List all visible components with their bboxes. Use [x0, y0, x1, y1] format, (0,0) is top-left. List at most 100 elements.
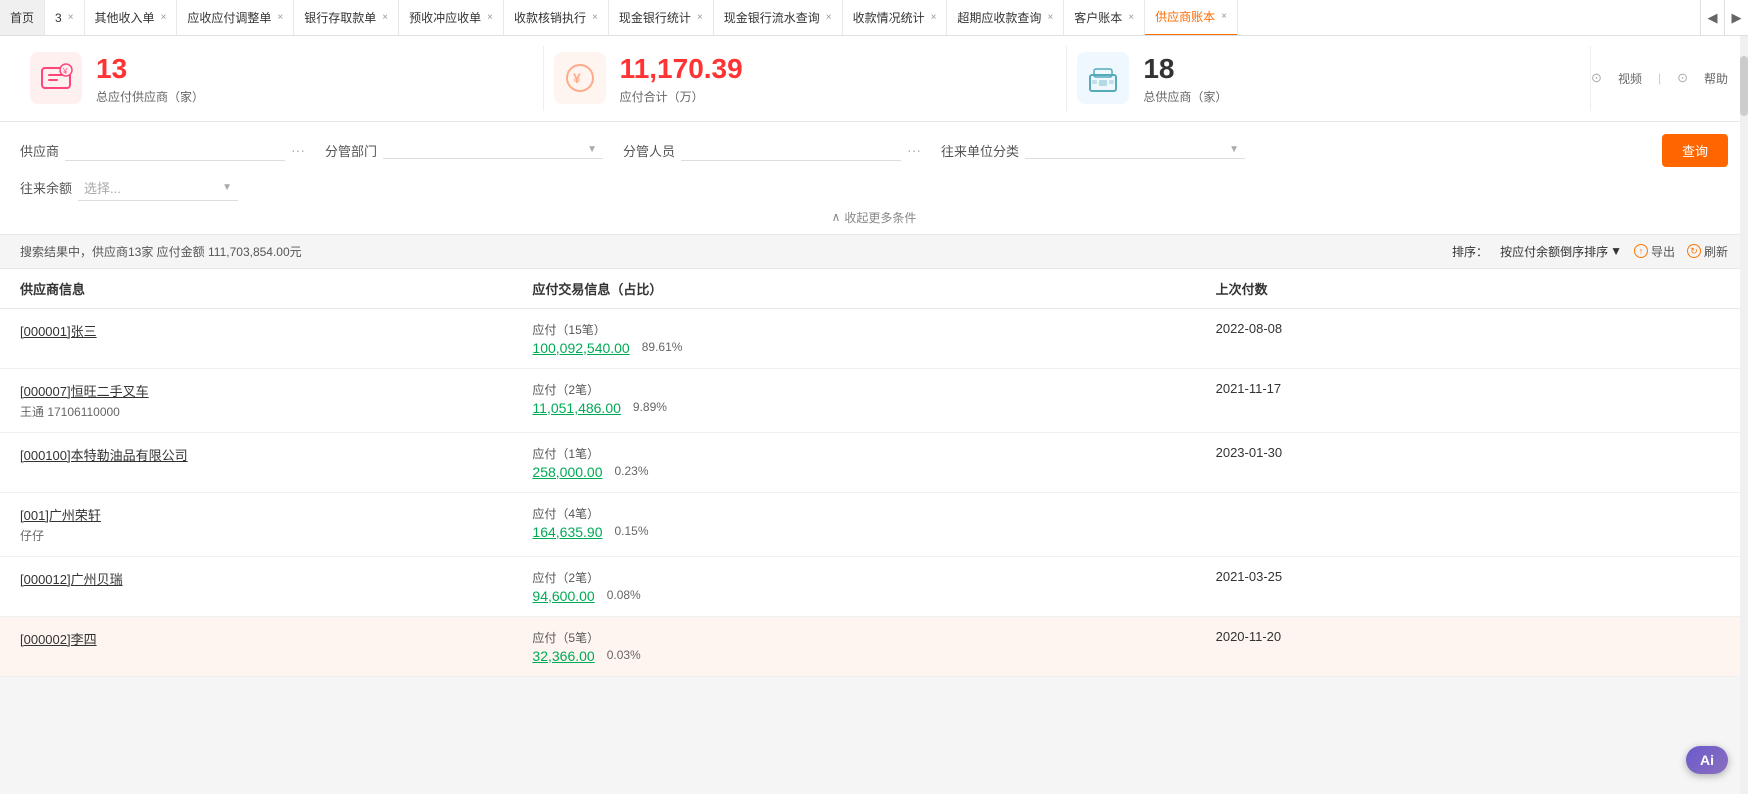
close-cash-bank-stat[interactable]: ×: [697, 12, 703, 23]
nav-tab-bank-deposit-label: 银行存取款单: [304, 9, 376, 26]
nav-tab-bank-deposit[interactable]: 银行存取款单 ×: [294, 0, 399, 36]
nav-home[interactable]: 首页: [0, 0, 45, 36]
balance-select[interactable]: 选择... ▼: [78, 175, 238, 201]
supplier-table: 供应商信息 应付交易信息（占比） 上次付数 [000001]张三 应付（15笔）…: [0, 269, 1748, 677]
nav-next-button[interactable]: ▶: [1724, 0, 1748, 36]
close-overdue-query[interactable]: ×: [1047, 12, 1053, 23]
tx-amount-1[interactable]: 11,051,486.00: [532, 400, 621, 416]
refresh-label: 刷新: [1704, 243, 1728, 260]
col-header-transaction: 应付交易信息（占比）: [532, 279, 1215, 298]
supplier-filter: 供应商 ···: [20, 139, 305, 161]
sort-dropdown-arrow: ▼: [1610, 244, 1622, 258]
scrollbar-thumb[interactable]: [1740, 56, 1748, 116]
supplier-link-1[interactable]: [000007]恒旺二手叉车: [20, 384, 149, 399]
scrollbar[interactable]: [1740, 36, 1748, 794]
nav-prev-button[interactable]: ◀: [1700, 0, 1724, 36]
supplier-sub-1: 王通 17106110000: [20, 403, 532, 420]
supplier-cell-2: [000100]本特勒油品有限公司: [20, 445, 532, 464]
nav-tab-cash-bank-flow[interactable]: 现金银行流水查询 ×: [714, 0, 843, 36]
supplier-input[interactable]: [65, 139, 285, 161]
col-header-last-pay: 上次付数: [1216, 279, 1558, 298]
export-label: 导出: [1651, 243, 1675, 260]
close-receivable-adjust[interactable]: ×: [277, 12, 283, 23]
category-select[interactable]: ▼: [1025, 141, 1245, 159]
export-button[interactable]: ↑ 导出: [1634, 243, 1675, 260]
tx-amount-5[interactable]: 32,366.00: [532, 648, 594, 664]
last-pay-date-5: 2020-11-20: [1216, 629, 1282, 644]
refresh-button[interactable]: ↻ 刷新: [1687, 243, 1728, 260]
nav-tab-customer-account[interactable]: 客户账本 ×: [1064, 0, 1145, 36]
sort-label: 排序：: [1452, 243, 1488, 260]
nav-tab-3[interactable]: 3 ×: [45, 0, 85, 36]
payable-suppliers-label: 总应付供应商（家）: [96, 88, 204, 105]
last-pay-date-1: 2021-11-17: [1216, 381, 1282, 396]
nav-tab-collection-stat[interactable]: 收款情况统计 ×: [843, 0, 948, 36]
close-collection-exec[interactable]: ×: [592, 12, 598, 23]
nav-tab-cash-bank-flow-label: 现金银行流水查询: [724, 9, 820, 26]
nav-tab-cash-bank-stat[interactable]: 现金银行统计 ×: [609, 0, 714, 36]
filter-row-2: 往来余额 选择... ▼: [20, 175, 1728, 201]
supplier-link-3[interactable]: [001]广州荣轩: [20, 508, 101, 523]
tx-payable-label-5: 应付（5笔）: [532, 629, 1215, 646]
close-other-income[interactable]: ×: [161, 12, 167, 23]
payable-total-label: 应付合计（万）: [620, 88, 743, 105]
collapse-button[interactable]: ∧ 收起更多条件: [832, 209, 917, 226]
supplier-cell-1: [000007]恒旺二手叉车 王通 17106110000: [20, 381, 532, 420]
close-advance-offset[interactable]: ×: [487, 12, 493, 23]
collapse-label: 收起更多条件: [844, 209, 916, 226]
dept-select[interactable]: ▼: [383, 141, 603, 159]
nav-tab-3-close[interactable]: ×: [68, 12, 74, 23]
close-customer-account[interactable]: ×: [1128, 12, 1134, 23]
supplier-link-4[interactable]: [000012]广州贝瑞: [20, 572, 123, 587]
supplier-cell-0: [000001]张三: [20, 321, 532, 340]
nav-tab-overdue-query[interactable]: 超期应收款查询 ×: [947, 0, 1064, 36]
tx-amount-4[interactable]: 94,600.00: [532, 588, 594, 604]
col-header-supplier: 供应商信息: [20, 279, 532, 298]
transaction-cell-5: 应付（5笔） 32,366.00 0.03%: [532, 629, 1215, 664]
close-bank-deposit[interactable]: ×: [382, 12, 388, 23]
dept-filter: 分管部门 ▼: [325, 141, 603, 160]
last-pay-cell-2: 2023-01-30: [1216, 445, 1558, 460]
nav-tab-collection-exec[interactable]: 收款核销执行 ×: [504, 0, 609, 36]
video-link[interactable]: 视频: [1618, 70, 1642, 87]
refresh-icon: ↻: [1687, 244, 1701, 258]
tx-amount-0[interactable]: 100,092,540.00: [532, 340, 629, 356]
table-row: [000002]李四 应付（5笔） 32,366.00 0.03% 2020-1…: [0, 617, 1748, 677]
ai-badge[interactable]: Ai: [1686, 746, 1728, 774]
person-dots-icon[interactable]: ···: [907, 142, 921, 158]
supplier-dots-icon[interactable]: ···: [291, 142, 305, 158]
close-cash-bank-flow[interactable]: ×: [826, 12, 832, 23]
nav-tab-supplier-account[interactable]: 供应商账本 ×: [1145, 0, 1238, 36]
last-pay-date-4: 2021-03-25: [1216, 569, 1283, 584]
tx-amount-2[interactable]: 258,000.00: [532, 464, 602, 480]
tx-payable-label-0: 应付（15笔）: [532, 321, 1215, 338]
total-suppliers-icon: [1077, 52, 1129, 104]
balance-dropdown-arrow: ▼: [222, 182, 232, 193]
transaction-cell-0: 应付（15笔） 100,092,540.00 89.61%: [532, 321, 1215, 356]
balance-filter-label: 往来余额: [20, 178, 72, 197]
dept-dropdown-arrow: ▼: [587, 144, 597, 155]
tx-amount-3[interactable]: 164,635.90: [532, 524, 602, 540]
category-dropdown-arrow: ▼: [1229, 144, 1239, 155]
supplier-link-5[interactable]: [000002]李四: [20, 632, 97, 647]
supplier-link-2[interactable]: [000100]本特勒油品有限公司: [20, 448, 188, 463]
last-pay-cell-1: 2021-11-17: [1216, 381, 1558, 396]
supplier-link-0[interactable]: [000001]张三: [20, 324, 97, 339]
table-row: [000007]恒旺二手叉车 王通 17106110000 应付（2笔） 11,…: [0, 369, 1748, 433]
nav-tab-customer-account-label: 客户账本: [1074, 9, 1122, 26]
nav-tab-receivable-adjust[interactable]: 应收应付调整单 ×: [177, 0, 294, 36]
sort-select[interactable]: 按应付余额倒序排序 ▼: [1500, 243, 1622, 260]
tx-percent-1: 9.89%: [633, 400, 667, 414]
nav-tab-other-income[interactable]: 其他收入单 ×: [85, 0, 178, 36]
payable-total-info: 11,170.39 应付合计（万）: [620, 52, 743, 105]
table-row: [000100]本特勒油品有限公司 应付（1笔） 258,000.00 0.23…: [0, 433, 1748, 493]
person-input[interactable]: [681, 139, 901, 161]
filter-area: 供应商 ··· 分管部门 ▼ 分管人员 ··· 往来单位分类 ▼ 查询 往来: [0, 122, 1748, 235]
close-supplier-account[interactable]: ×: [1221, 11, 1227, 22]
close-collection-stat[interactable]: ×: [931, 12, 937, 23]
filter-row-1: 供应商 ··· 分管部门 ▼ 分管人员 ··· 往来单位分类 ▼ 查询: [20, 134, 1728, 167]
nav-tab-advance-offset[interactable]: 预收冲应收单 ×: [399, 0, 504, 36]
table-row: [000012]广州贝瑞 应付（2笔） 94,600.00 0.08% 2021…: [0, 557, 1748, 617]
help-link[interactable]: 帮助: [1704, 70, 1728, 87]
query-button[interactable]: 查询: [1662, 134, 1728, 167]
